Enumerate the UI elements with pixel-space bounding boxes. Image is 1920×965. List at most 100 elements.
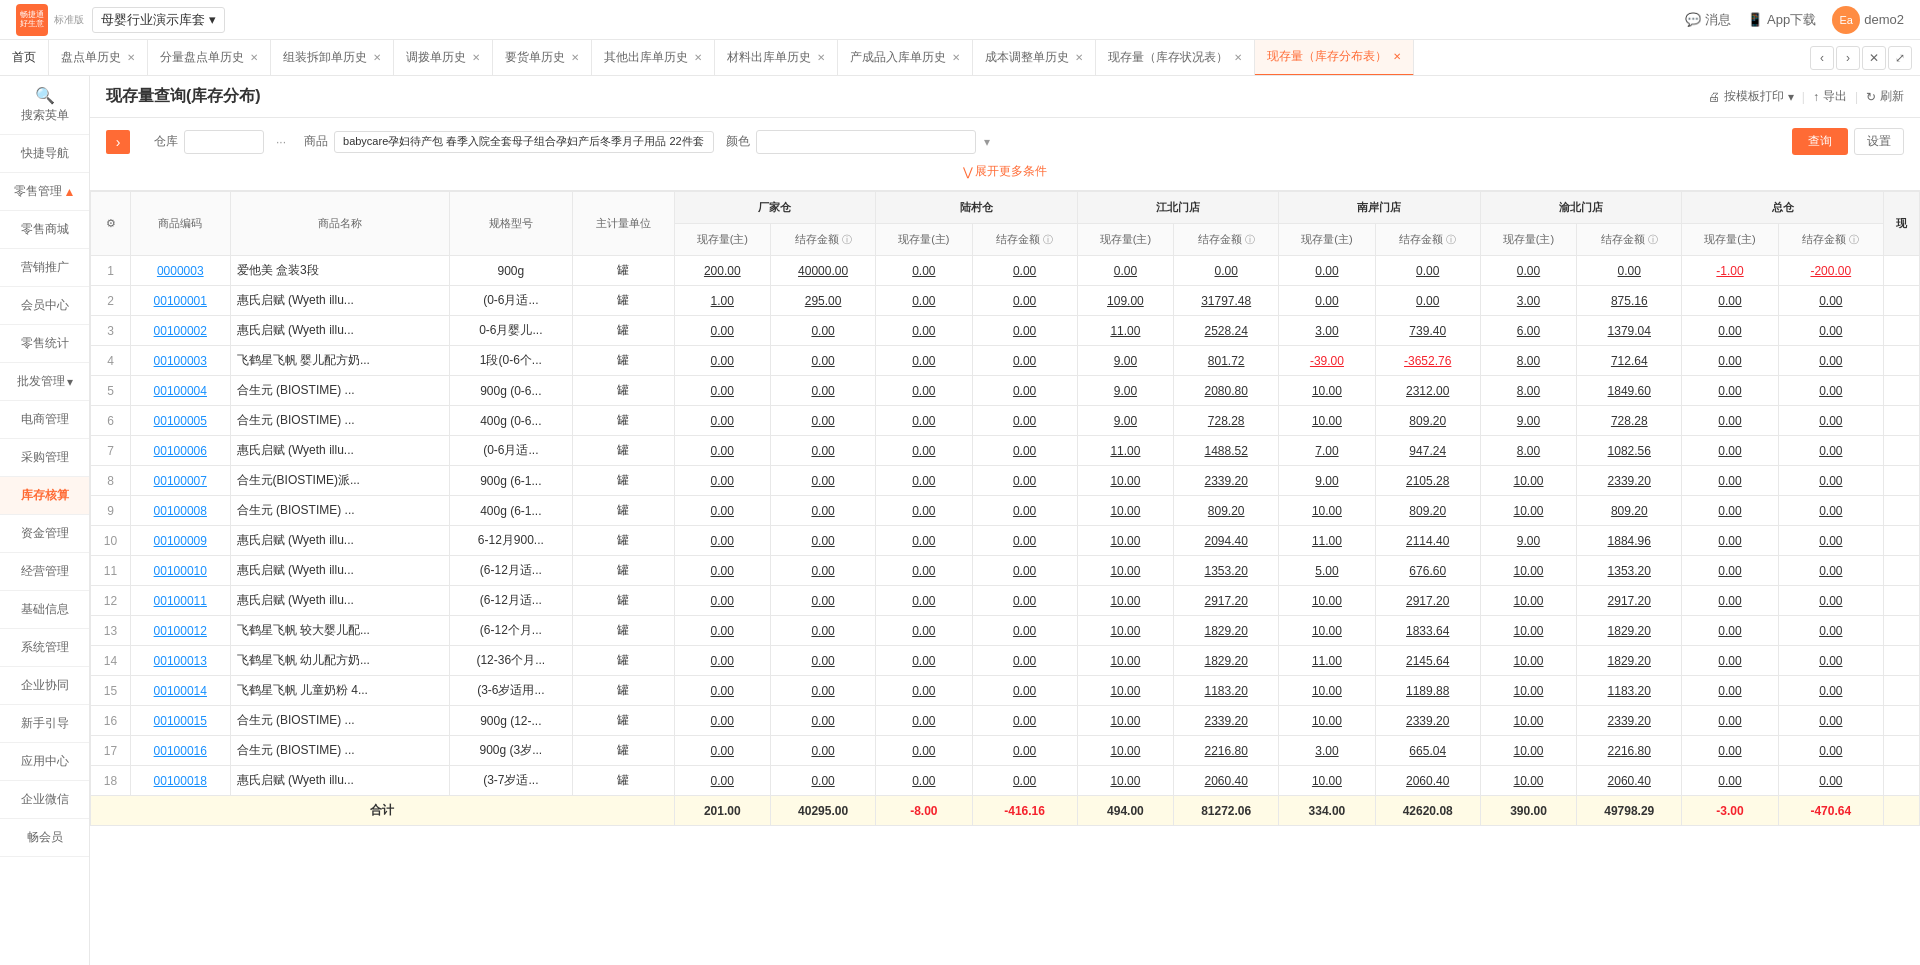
- sidebar-item-marketing[interactable]: 营销推广: [0, 249, 89, 287]
- settings-button[interactable]: 设置: [1854, 128, 1904, 155]
- jb-qty-cell[interactable]: 9.00: [1077, 346, 1173, 376]
- tab-9[interactable]: 成本调整单历史 ✕: [973, 40, 1096, 76]
- code-cell[interactable]: 00100001: [131, 286, 231, 316]
- tab-10[interactable]: 现存量（库存状况表） ✕: [1096, 40, 1255, 76]
- tab-3[interactable]: 组装拆卸单历史 ✕: [271, 40, 394, 76]
- code-cell[interactable]: 00100007: [131, 466, 231, 496]
- na-qty-cell[interactable]: 10.00: [1279, 706, 1375, 736]
- zc-qty-cell[interactable]: 0.00: [1682, 466, 1778, 496]
- yb-qty-cell[interactable]: 10.00: [1480, 496, 1576, 526]
- code-cell[interactable]: 00100015: [131, 706, 231, 736]
- tab-11-close[interactable]: ✕: [1393, 51, 1401, 62]
- tab-3-close[interactable]: ✕: [373, 52, 381, 63]
- lc-qty-cell[interactable]: 0.00: [876, 496, 972, 526]
- lc-qty-cell[interactable]: 0.00: [876, 616, 972, 646]
- code-cell[interactable]: 00100002: [131, 316, 231, 346]
- code-cell[interactable]: 00100010: [131, 556, 231, 586]
- jb-qty-cell[interactable]: 10.00: [1077, 556, 1173, 586]
- na-qty-cell[interactable]: 11.00: [1279, 526, 1375, 556]
- print-btn[interactable]: 🖨 按模板打印 ▾: [1708, 88, 1794, 105]
- cj-qty-cell[interactable]: 0.00: [674, 376, 770, 406]
- na-qty-cell[interactable]: 10.00: [1279, 376, 1375, 406]
- lc-qty-cell[interactable]: 0.00: [876, 376, 972, 406]
- na-qty-cell[interactable]: 10.00: [1279, 676, 1375, 706]
- zc-qty-cell[interactable]: 0.00: [1682, 706, 1778, 736]
- zc-qty-cell[interactable]: 0.00: [1682, 586, 1778, 616]
- sidebar-item-retail-stat[interactable]: 零售统计: [0, 325, 89, 363]
- na-qty-cell[interactable]: -39.00: [1279, 346, 1375, 376]
- lc-qty-cell[interactable]: 0.00: [876, 586, 972, 616]
- na-qty-cell[interactable]: 3.00: [1279, 736, 1375, 766]
- jb-qty-cell[interactable]: 0.00: [1077, 256, 1173, 286]
- sidebar-item-member2[interactable]: 畅会员: [0, 819, 89, 857]
- yb-qty-cell[interactable]: 10.00: [1480, 556, 1576, 586]
- na-qty-cell[interactable]: 3.00: [1279, 316, 1375, 346]
- lc-qty-cell[interactable]: 0.00: [876, 556, 972, 586]
- jb-info-icon[interactable]: ⓘ: [1245, 234, 1255, 245]
- na-qty-cell[interactable]: 10.00: [1279, 496, 1375, 526]
- sidebar-item-retail-shop[interactable]: 零售商城: [0, 211, 89, 249]
- na-qty-cell[interactable]: 10.00: [1279, 616, 1375, 646]
- tab-4-close[interactable]: ✕: [472, 52, 480, 63]
- sidebar-item-basic[interactable]: 基础信息: [0, 591, 89, 629]
- tab-2-close[interactable]: ✕: [250, 52, 258, 63]
- lc-qty-cell[interactable]: 0.00: [876, 646, 972, 676]
- yb-qty-cell[interactable]: 0.00: [1480, 256, 1576, 286]
- zc-qty-cell[interactable]: 0.00: [1682, 376, 1778, 406]
- code-cell[interactable]: 00100016: [131, 736, 231, 766]
- jb-qty-cell[interactable]: 10.00: [1077, 616, 1173, 646]
- yb-qty-cell[interactable]: 10.00: [1480, 466, 1576, 496]
- sidebar-item-finance[interactable]: 资金管理: [0, 515, 89, 553]
- export-btn[interactable]: ↑ 导出: [1813, 88, 1847, 105]
- zc-qty-cell[interactable]: 0.00: [1682, 616, 1778, 646]
- tab-expand-btn[interactable]: ⤢: [1888, 46, 1912, 70]
- yb-qty-cell[interactable]: 10.00: [1480, 706, 1576, 736]
- zc-qty-cell[interactable]: 0.00: [1682, 346, 1778, 376]
- cj-qty-cell[interactable]: 0.00: [674, 646, 770, 676]
- cj-qty-cell[interactable]: 0.00: [674, 736, 770, 766]
- lc-qty-cell[interactable]: 0.00: [876, 256, 972, 286]
- tab-1-close[interactable]: ✕: [127, 52, 135, 63]
- sidebar-item-stock[interactable]: 库存核算: [0, 477, 89, 515]
- zc-info-icon[interactable]: ⓘ: [1849, 234, 1859, 245]
- jb-qty-cell[interactable]: 10.00: [1077, 676, 1173, 706]
- lc-qty-cell[interactable]: 0.00: [876, 766, 972, 796]
- tab-next-btn[interactable]: ›: [1836, 46, 1860, 70]
- jb-qty-cell[interactable]: 10.00: [1077, 706, 1173, 736]
- yb-qty-cell[interactable]: 10.00: [1480, 676, 1576, 706]
- jb-qty-cell[interactable]: 10.00: [1077, 496, 1173, 526]
- zc-qty-cell[interactable]: 0.00: [1682, 496, 1778, 526]
- sidebar-item-sys[interactable]: 系统管理: [0, 629, 89, 667]
- sidebar-item-guide[interactable]: 新手引导: [0, 705, 89, 743]
- cj-qty-cell[interactable]: 0.00: [674, 676, 770, 706]
- cj-qty-cell[interactable]: 0.00: [674, 616, 770, 646]
- code-cell[interactable]: 00100018: [131, 766, 231, 796]
- tab-7-close[interactable]: ✕: [817, 52, 825, 63]
- cj-qty-cell[interactable]: 0.00: [674, 346, 770, 376]
- yb-qty-cell[interactable]: 9.00: [1480, 406, 1576, 436]
- na-qty-cell[interactable]: 10.00: [1279, 766, 1375, 796]
- lc-qty-cell[interactable]: 0.00: [876, 316, 972, 346]
- na-qty-cell[interactable]: 9.00: [1279, 466, 1375, 496]
- na-info-icon[interactable]: ⓘ: [1446, 234, 1456, 245]
- jb-qty-cell[interactable]: 10.00: [1077, 766, 1173, 796]
- cj-qty-cell[interactable]: 0.00: [674, 406, 770, 436]
- sidebar-item-biz[interactable]: 经营管理: [0, 553, 89, 591]
- jb-qty-cell[interactable]: 10.00: [1077, 586, 1173, 616]
- zc-qty-cell[interactable]: 0.00: [1682, 646, 1778, 676]
- yb-info-icon[interactable]: ⓘ: [1648, 234, 1658, 245]
- yb-qty-cell[interactable]: 8.00: [1480, 436, 1576, 466]
- code-cell[interactable]: 00100008: [131, 496, 231, 526]
- tab-1[interactable]: 盘点单历史 ✕: [49, 40, 148, 76]
- code-cell[interactable]: 00100003: [131, 346, 231, 376]
- lc-qty-cell[interactable]: 0.00: [876, 706, 972, 736]
- cj-qty-cell[interactable]: 0.00: [674, 436, 770, 466]
- user-area[interactable]: Ea demo2: [1832, 6, 1904, 34]
- na-qty-cell[interactable]: 0.00: [1279, 286, 1375, 316]
- sidebar-item-wholesale[interactable]: 批发管理 ▾: [0, 363, 89, 401]
- yb-qty-cell[interactable]: 10.00: [1480, 766, 1576, 796]
- zc-qty-cell[interactable]: 0.00: [1682, 676, 1778, 706]
- zc-qty-cell[interactable]: 0.00: [1682, 556, 1778, 586]
- yb-qty-cell[interactable]: 9.00: [1480, 526, 1576, 556]
- tab-9-close[interactable]: ✕: [1075, 52, 1083, 63]
